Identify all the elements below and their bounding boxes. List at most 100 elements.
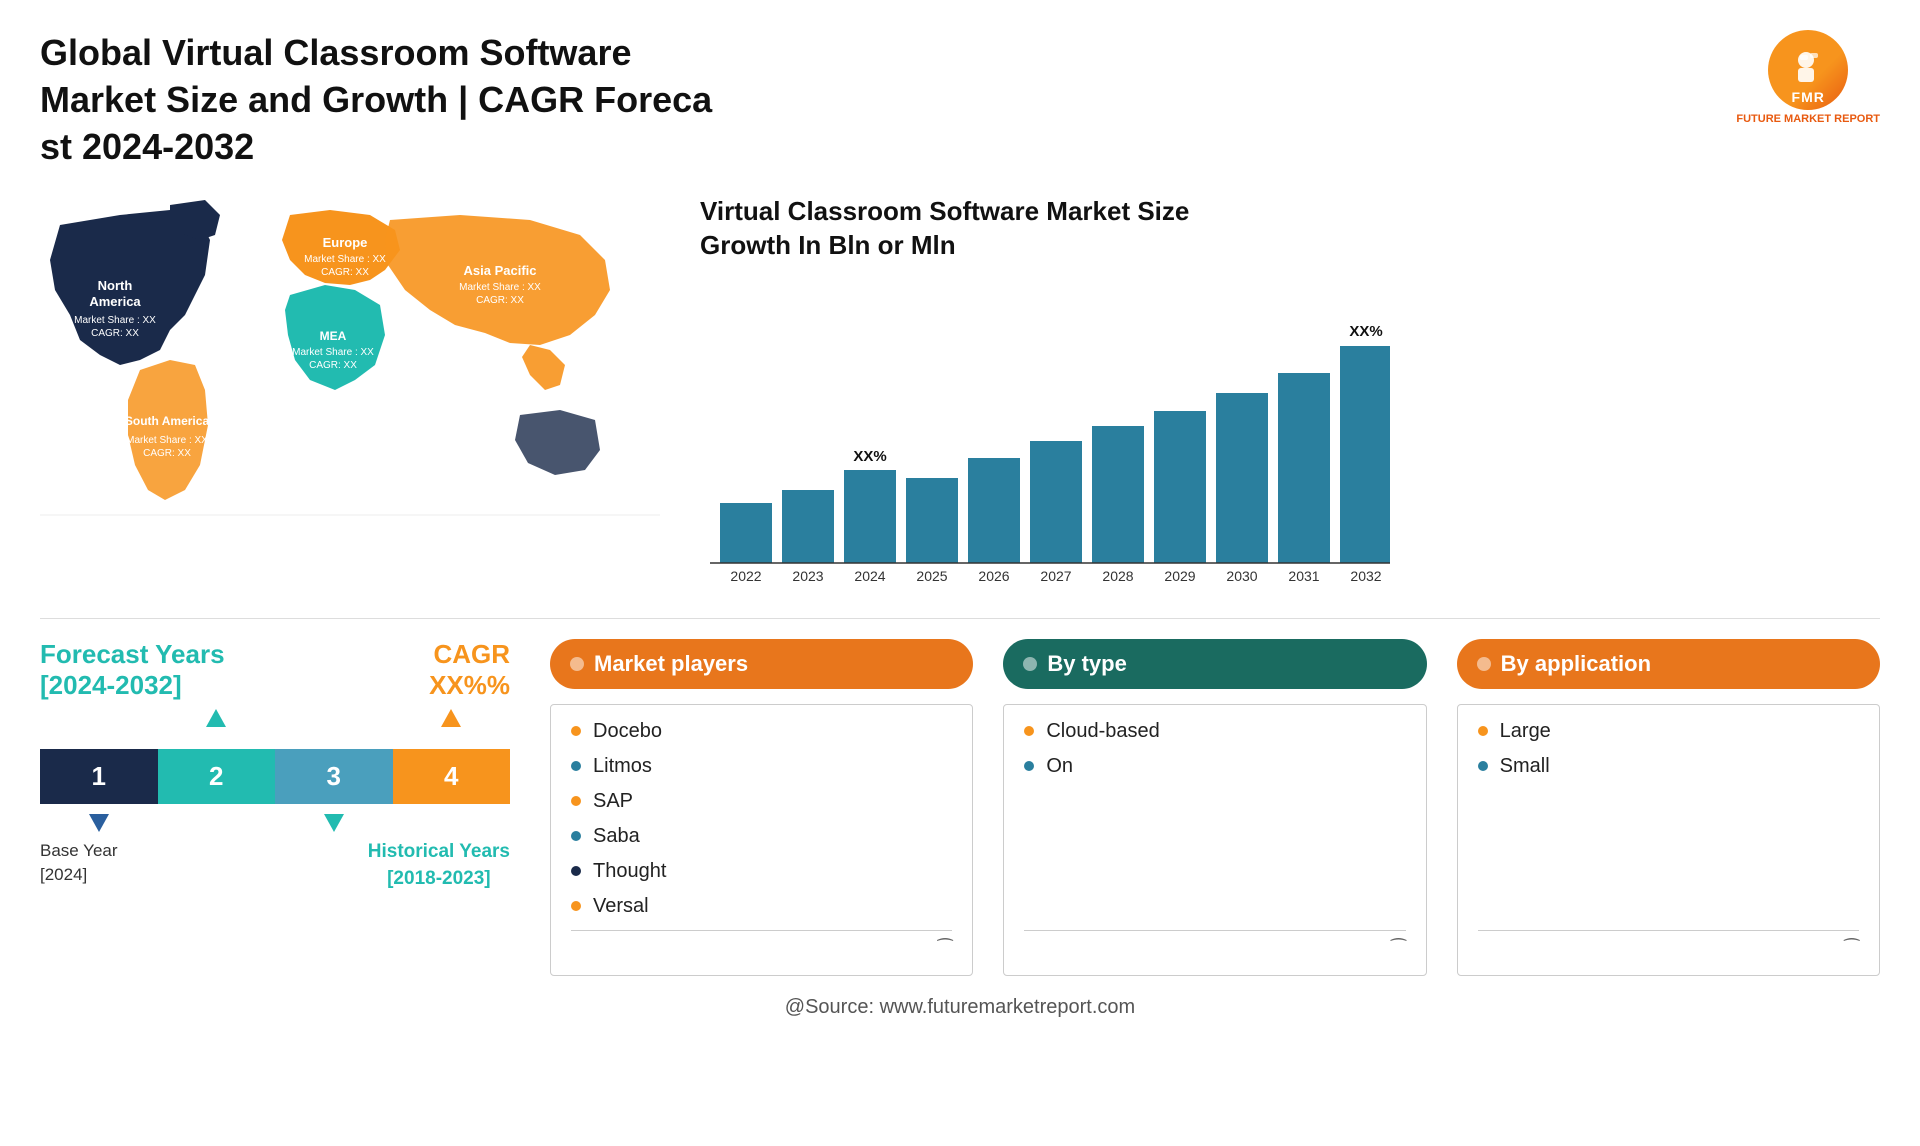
asia-pacific-region: Asia Pacific Market Share : XX CAGR: XX	[385, 215, 610, 475]
svg-text:XX%: XX%	[853, 448, 886, 465]
main-container: Global Virtual Classroom Software Market…	[0, 0, 1920, 1146]
svg-text:CAGR: XX: CAGR: XX	[309, 360, 357, 371]
bar-2023	[782, 490, 834, 563]
dot-on	[1024, 761, 1034, 771]
forecast-label: Forecast Years	[40, 639, 225, 670]
north-america-region: North America Market Share : XX CAGR: XX	[50, 200, 220, 365]
bar-2027	[1030, 441, 1082, 563]
timeline-segment-2: 2	[158, 749, 276, 804]
svg-text:2030: 2030	[1226, 568, 1257, 583]
bar-2026	[968, 458, 1020, 563]
arrow-down-teal	[324, 814, 344, 832]
svg-text:Market Share : XX: Market Share : XX	[304, 254, 386, 265]
market-player-versal: Versal	[571, 895, 952, 918]
by-application-box: Large Small ⁀	[1457, 704, 1880, 976]
market-players-box: Docebo Litmos SAP Saba	[550, 704, 973, 976]
svg-text:Market Share : XX: Market Share : XX	[74, 315, 156, 326]
cagr-label: CAGR	[429, 639, 510, 670]
svg-text:CAGR: XX: CAGR: XX	[321, 267, 369, 278]
svg-text:2031: 2031	[1288, 568, 1319, 583]
by-application-button[interactable]: By application	[1457, 639, 1880, 689]
svg-text:Market Share : XX: Market Share : XX	[292, 347, 374, 358]
by-type-box: Cloud-based On ⁀	[1003, 704, 1426, 976]
arrow-up-orange	[441, 709, 461, 727]
svg-text:2022: 2022	[730, 568, 761, 583]
by-type-button[interactable]: By type	[1003, 639, 1426, 689]
cagr-value: XX%%	[429, 670, 510, 701]
top-content-row: North America Market Share : XX CAGR: XX…	[40, 195, 1880, 588]
market-player-thought: Thought	[571, 860, 952, 883]
timeline-bar: 1 2 3 4	[40, 749, 510, 804]
bar-2025	[906, 478, 958, 563]
svg-text:CAGR: XX: CAGR: XX	[476, 295, 524, 306]
svg-text:CAGR: XX: CAGR: XX	[143, 448, 191, 459]
by-application-column: By application Large Small ⁀	[1457, 639, 1880, 976]
svg-text:XX%: XX%	[1349, 323, 1382, 340]
company-logo: FMR FUTURE MARKET REPORT	[1736, 30, 1880, 125]
cagr-block: CAGR XX%%	[429, 639, 510, 701]
bar-2028	[1092, 426, 1144, 563]
bar-2022	[720, 503, 772, 563]
dot-cloud	[1024, 726, 1034, 736]
type-cloud-based: Cloud-based	[1024, 720, 1405, 743]
svg-text:2027: 2027	[1040, 568, 1071, 583]
by-application-dot	[1477, 657, 1491, 671]
arrow-down-dark	[89, 814, 109, 832]
market-players-column: Market players Docebo Litmos SAP	[550, 639, 973, 976]
svg-text:North: North	[98, 278, 133, 293]
app-large: Large	[1478, 720, 1859, 743]
by-type-column: By type Cloud-based On ⁀	[1003, 639, 1426, 976]
svg-text:Market Share : XX: Market Share : XX	[126, 435, 208, 446]
market-players-button[interactable]: Market players	[550, 639, 973, 689]
divider	[40, 618, 1880, 619]
dot-sap	[571, 796, 581, 806]
timeline-section: Forecast Years [2024-2032] CAGR XX%%	[40, 639, 510, 976]
dot-docebo	[571, 726, 581, 736]
page-header: Global Virtual Classroom Software Market…	[40, 30, 1880, 170]
logo-subtext: FUTURE MARKET REPORT	[1736, 113, 1880, 125]
svg-text:CAGR: XX: CAGR: XX	[91, 328, 139, 339]
chart-section: Virtual Classroom Software Market Size G…	[700, 195, 1880, 588]
market-players-dot	[570, 657, 584, 671]
type-on: On	[1024, 755, 1405, 778]
bar-2032	[1340, 346, 1390, 563]
dot-large	[1478, 726, 1488, 736]
svg-text:2023: 2023	[792, 568, 823, 583]
svg-text:Market Share : XX: Market Share : XX	[459, 282, 541, 293]
svg-text:South America: South America	[125, 414, 210, 428]
market-player-saba: Saba	[571, 825, 952, 848]
logo-letters: FMR	[1792, 89, 1825, 105]
south-america-region: South America Market Share : XX CAGR: XX	[125, 360, 210, 500]
chart-title: Virtual Classroom Software Market Size G…	[700, 195, 1220, 263]
svg-text:America: America	[89, 294, 141, 309]
bottom-section: Forecast Years [2024-2032] CAGR XX%%	[40, 639, 1880, 976]
info-columns: Market players Docebo Litmos SAP	[550, 639, 1880, 976]
market-player-sap: SAP	[571, 790, 952, 813]
svg-text:Asia Pacific: Asia Pacific	[464, 263, 537, 278]
arrow-up-teal	[206, 709, 226, 727]
bar-2030	[1216, 393, 1268, 563]
market-player-docebo: Docebo	[571, 720, 952, 743]
forecast-years: [2024-2032]	[40, 670, 225, 701]
svg-text:Europe: Europe	[323, 235, 368, 250]
dot-thought	[571, 866, 581, 876]
dot-versal	[571, 901, 581, 911]
europe-region: Europe Market Share : XX CAGR: XX	[282, 210, 400, 285]
svg-text:MEA: MEA	[320, 329, 347, 343]
map-section: North America Market Share : XX CAGR: XX…	[40, 195, 660, 588]
market-player-litmos: Litmos	[571, 755, 952, 778]
dot-saba	[571, 831, 581, 841]
svg-text:2028: 2028	[1102, 568, 1133, 583]
svg-text:2026: 2026	[978, 568, 1009, 583]
timeline-segment-1: 1	[40, 749, 158, 804]
historical-years-label: Historical Years[2018-2023]	[368, 839, 510, 892]
timeline-segment-4: 4	[393, 749, 511, 804]
by-type-dot	[1023, 657, 1037, 671]
base-year-label: Base Year[2024]	[40, 839, 118, 892]
dot-litmos	[571, 761, 581, 771]
bar-chart: XX% XX% 2022 2023 2024 2025 2026 2027 20…	[710, 283, 1390, 583]
app-small: Small	[1478, 755, 1859, 778]
dot-small	[1478, 761, 1488, 771]
bar-2031	[1278, 373, 1330, 563]
svg-text:2024: 2024	[854, 568, 885, 583]
